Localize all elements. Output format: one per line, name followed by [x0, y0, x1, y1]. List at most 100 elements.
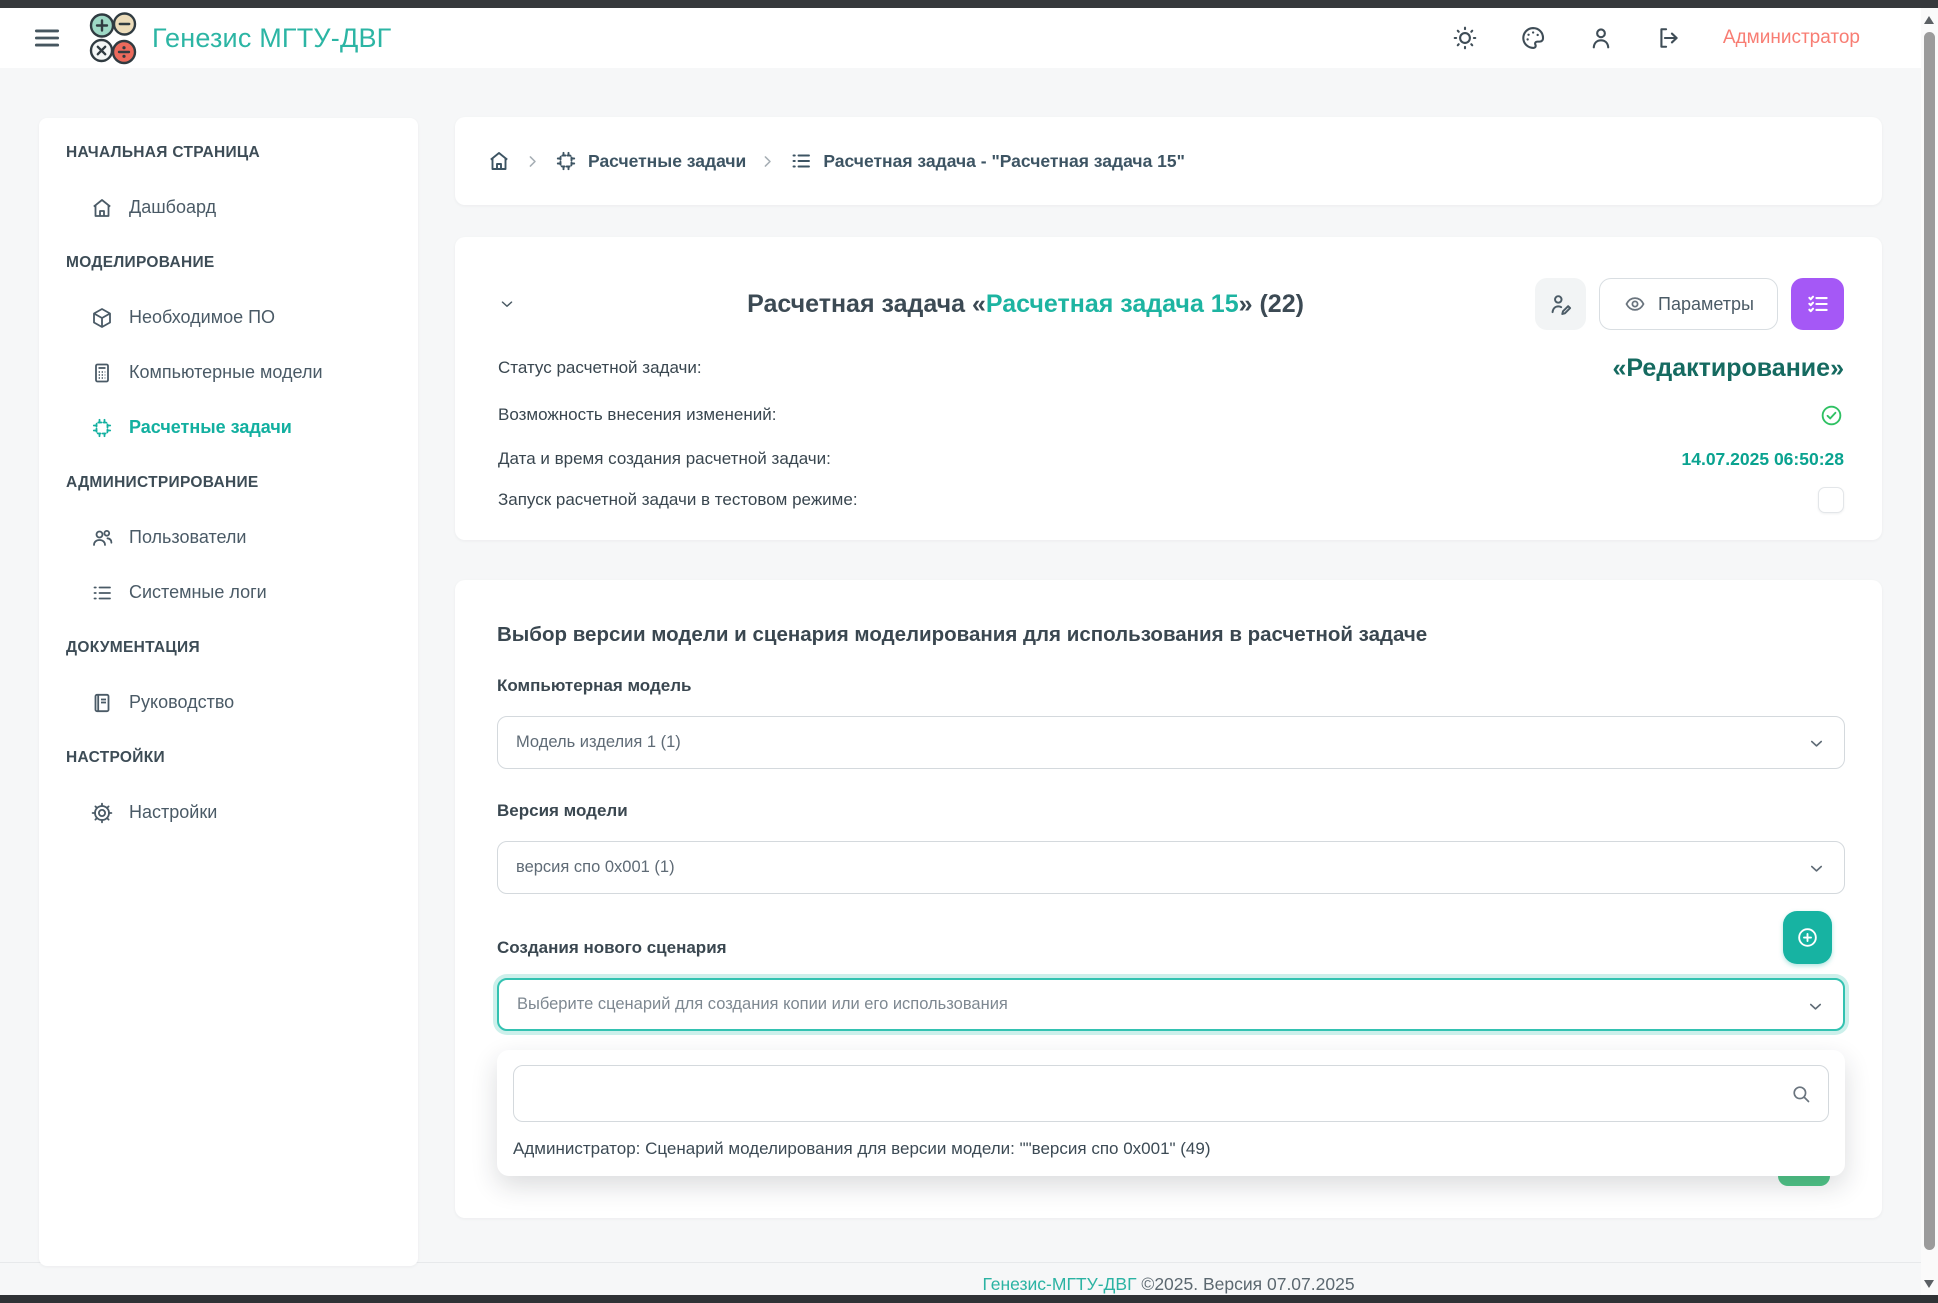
breadcrumb-item-tasks[interactable]: Расчетные задачи: [554, 149, 746, 173]
sidebar-item-required-software[interactable]: Необходимое ПО: [39, 290, 418, 345]
footer-brand-link[interactable]: Генезис-МГТУ-ДВГ: [982, 1274, 1136, 1294]
scenario-select-placeholder: Выберите сценарий для создания копии или…: [517, 995, 1008, 1013]
theme-sun-icon[interactable]: [1451, 24, 1479, 52]
sidebar-item-label: Расчетные задачи: [129, 417, 292, 437]
scrollbar-thumb[interactable]: [1924, 32, 1935, 1250]
sidebar-item-label: Пользователи: [129, 527, 247, 547]
breadcrumb-label: Расчетная задача - "Расчетная задача 15": [823, 150, 1185, 171]
scrollbar-up-arrow[interactable]: [1924, 16, 1934, 24]
page-scrollbar[interactable]: [1921, 8, 1938, 1295]
sidebar-item-manual[interactable]: Руководство: [39, 675, 418, 730]
logout-icon[interactable]: [1655, 24, 1683, 52]
sidebar-item-system-logs[interactable]: Системные логи: [39, 565, 418, 620]
task-title-prefix: Расчетная задача «: [747, 289, 986, 318]
model-version-label: Версия модели: [497, 801, 628, 820]
creation-datetime-value: 14.07.2025 06:50:28: [1681, 448, 1845, 469]
app-logo-icon: [89, 12, 137, 65]
status-label: Запуск расчетной задачи в тестовом режим…: [498, 490, 858, 509]
computer-model-label: Компьютерная модель: [497, 676, 692, 695]
chevron-down-icon: [1809, 1003, 1822, 1010]
status-row: Возможность внесения изменений:: [498, 392, 1844, 438]
list-icon: [792, 154, 811, 168]
parameters-button-label: Параметры: [1658, 293, 1754, 314]
new-scenario-label: Создания нового сценария: [497, 938, 727, 957]
app-header: Генезис МГТУ-ДВГ Администратор: [0, 8, 1938, 68]
sidebar-item-label: Настройки: [129, 802, 218, 822]
status-label: Возможность внесения изменений:: [498, 405, 777, 424]
status-row: Запуск расчетной задачи в тестовом режим…: [498, 480, 1844, 520]
status-row: Статус расчетной задачи: «Редактирование…: [498, 344, 1844, 392]
task-title: Расчетная задача «Расчетная задача 15» (…: [516, 290, 1535, 319]
palette-icon[interactable]: [1519, 24, 1547, 52]
check-circle-icon: [1821, 405, 1842, 425]
task-title-suffix: » (22): [1238, 289, 1304, 318]
book-icon: [94, 693, 110, 712]
hamburger-menu-icon[interactable]: [30, 21, 64, 55]
gear-icon: [91, 802, 113, 823]
chip-icon: [92, 418, 112, 437]
task-list-button[interactable]: [1791, 278, 1844, 330]
scenario-search-input[interactable]: [514, 1066, 1828, 1121]
status-label: Статус расчетной задачи:: [498, 358, 702, 377]
chevron-down-icon: [1810, 740, 1823, 747]
sidebar-item-label: Руководство: [129, 692, 235, 712]
sidebar-item-computer-models[interactable]: Компьютерные модели: [39, 345, 418, 400]
status-value: «Редактирование»: [1612, 353, 1844, 382]
add-scenario-button[interactable]: [1783, 911, 1832, 964]
checklist-icon: [1807, 295, 1828, 313]
status-label: Дата и время создания расчетной задачи:: [498, 449, 831, 468]
sidebar-item-label: Компьютерные модели: [129, 362, 323, 382]
breadcrumb-label: Расчетные задачи: [588, 150, 747, 171]
scenario-select[interactable]: Выберите сценарий для создания копии или…: [497, 978, 1845, 1031]
sidebar-item-calculation-tasks[interactable]: Расчетные задачи: [39, 400, 418, 455]
sidebar: НАЧАЛЬНАЯ СТРАНИЦА Дашбоард МОДЕЛИРОВАНИ…: [39, 118, 418, 1266]
computer-model-value: Модель изделия 1 (1): [516, 733, 681, 751]
task-title-name: Расчетная задача 15: [985, 289, 1239, 318]
chip-icon: [556, 151, 576, 171]
assign-user-button[interactable]: [1535, 278, 1587, 330]
status-row: Дата и время создания расчетной задачи: …: [498, 438, 1844, 480]
scenario-dropdown-panel: Администратор: Сценарий моделирования дл…: [497, 1050, 1845, 1176]
breadcrumb: Расчетные задачи Расчетная задача - "Рас…: [455, 117, 1882, 205]
test-mode-checkbox[interactable]: [1818, 487, 1844, 513]
sidebar-item-dashboard[interactable]: Дашбоард: [39, 180, 418, 235]
model-card-heading: Выбор версии модели и сценария моделиров…: [497, 623, 1428, 646]
scenario-search-box: [513, 1065, 1829, 1122]
breadcrumb-home-icon[interactable]: [487, 149, 511, 173]
sidebar-item-label: Дашбоард: [129, 197, 217, 217]
parameters-button[interactable]: Параметры: [1599, 278, 1778, 330]
user-icon[interactable]: [1587, 24, 1615, 52]
chevron-right-icon: [529, 155, 536, 167]
sidebar-section-administration: АДМИНИСТРИРОВАНИЕ: [66, 473, 259, 491]
sidebar-section-modeling: МОДЕЛИРОВАНИЕ: [66, 253, 215, 271]
sidebar-section-documentation: ДОКУМЕНТАЦИЯ: [66, 638, 200, 656]
users-icon: [93, 529, 113, 546]
browser-bottom-strip: [0, 1295, 1938, 1303]
app-title: Генезис МГТУ-ДВГ: [152, 22, 392, 53]
chevron-down-icon: [1810, 865, 1823, 872]
cube-icon: [93, 307, 111, 328]
browser-top-strip: [0, 0, 1938, 8]
user-role-label: Администратор: [1722, 27, 1860, 48]
model-scenario-card: Выбор версии модели и сценария моделиров…: [455, 580, 1882, 1218]
user-edit-icon: [1551, 295, 1571, 315]
footer: Генезис-МГТУ-ДВГ ©2025. Версия 07.07.202…: [455, 1274, 1882, 1295]
sidebar-item-users[interactable]: Пользователи: [39, 510, 418, 565]
collapse-chevron-icon[interactable]: [498, 295, 516, 313]
model-version-value: версия спо 0x001 (1): [516, 858, 675, 876]
sidebar-section-home: НАЧАЛЬНАЯ СТРАНИЦА: [66, 143, 261, 161]
sidebar-item-label: Системные логи: [129, 582, 267, 602]
chevron-right-icon: [764, 155, 772, 167]
list-icon: [93, 586, 111, 599]
sidebar-item-label: Необходимое ПО: [129, 307, 276, 327]
breadcrumb-item-current-task[interactable]: Расчетная задача - "Расчетная задача 15": [789, 149, 1185, 173]
sidebar-section-settings: НАСТРОЙКИ: [66, 748, 165, 766]
magnifier-icon: [1793, 1086, 1810, 1103]
scenario-option[interactable]: Администратор: Сценарий моделирования дл…: [513, 1135, 1829, 1163]
model-version-select[interactable]: версия спо 0x001 (1): [497, 841, 1845, 894]
app-logo-link[interactable]: Генезис МГТУ-ДВГ: [86, 11, 392, 65]
eye-icon: [1625, 297, 1645, 311]
sidebar-item-settings[interactable]: Настройки: [39, 785, 418, 840]
computer-model-select[interactable]: Модель изделия 1 (1): [497, 716, 1845, 769]
scrollbar-down-arrow[interactable]: [1924, 1280, 1934, 1288]
